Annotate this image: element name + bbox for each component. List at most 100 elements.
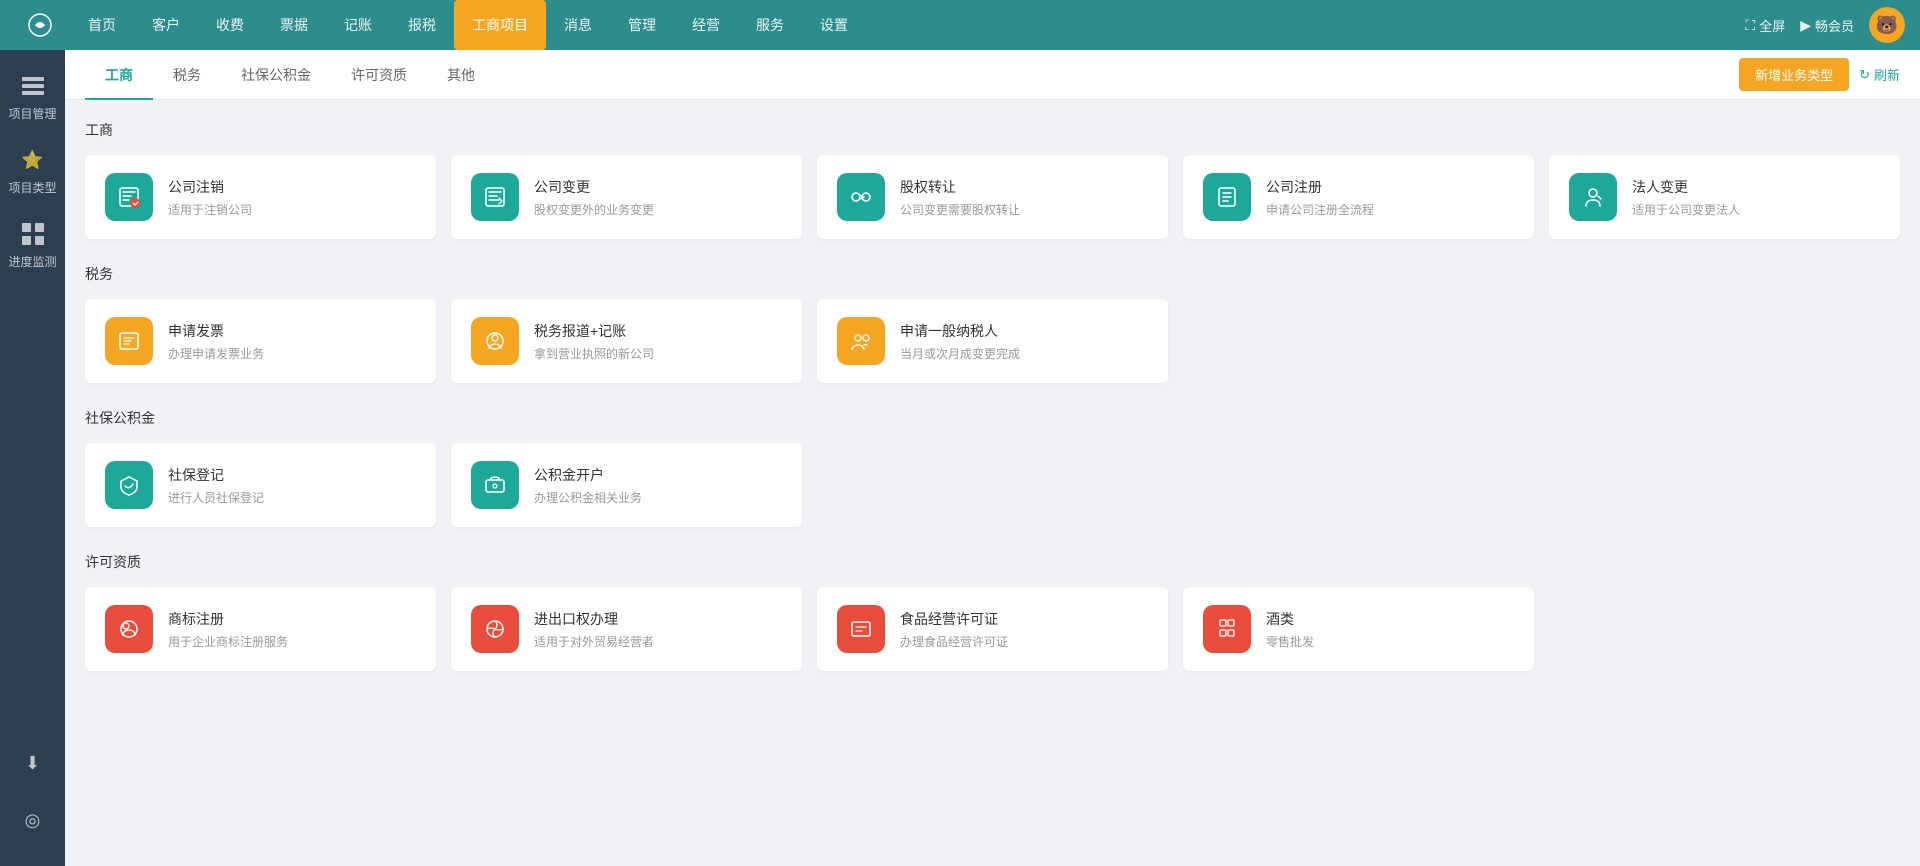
card-icon-alcohol <box>1203 605 1251 653</box>
nav-operation[interactable]: 经营 <box>674 0 738 50</box>
tab-license[interactable]: 许可资质 <box>331 50 427 100</box>
vip-btn[interactable]: ▶ 畅会员 <box>1800 16 1854 35</box>
card-icon-tax-report <box>471 317 519 365</box>
card-desc-legal-change: 适用于公司变更法人 <box>1632 201 1740 218</box>
card-icon-general-taxpayer <box>837 317 885 365</box>
sidebar-label-project-manage: 项目管理 <box>8 105 56 122</box>
sidebar-item-project-type[interactable]: ⭐ 项目类型 <box>0 134 65 208</box>
content-area: 工商 税务 社保公积金 许可资质 其他 新增业务类型 ↻ 刷新 工商 <box>65 50 1920 866</box>
tab-business[interactable]: 工商 <box>85 50 153 100</box>
cards-grid-tax: 申请发票 办理申请发票业务 税务 <box>85 299 1900 383</box>
left-sidebar: 项目管理 ⭐ 项目类型 进度监测 ⬇ ◎ <box>0 50 65 866</box>
fullscreen-btn[interactable]: ⛶ 全屏 <box>1745 16 1785 35</box>
cards-grid-social: 社保登记 进行人员社保登记 公积 <box>85 443 1900 527</box>
card-equity-transfer[interactable]: 股权转让 公司变更需要股权转让 <box>817 155 1168 239</box>
card-legal-change[interactable]: 法人变更 适用于公司变更法人 <box>1549 155 1900 239</box>
card-alcohol[interactable]: 酒类 零售批发 <box>1183 587 1534 671</box>
main-layout: 项目管理 ⭐ 项目类型 进度监测 ⬇ ◎ <box>0 50 1920 866</box>
card-desc-company-cancel: 适用于注销公司 <box>168 201 252 218</box>
tab-social-security[interactable]: 社保公积金 <box>221 50 331 100</box>
refresh-icon: ↻ <box>1859 67 1870 83</box>
tab-other[interactable]: 其他 <box>427 50 495 100</box>
card-desc-import-export: 适用于对外贸易经营者 <box>534 633 654 650</box>
nav-tax[interactable]: 报税 <box>390 0 454 50</box>
sidebar-bottom: ⬇ ◎ <box>0 737 65 866</box>
card-icon-social-insurance <box>105 461 153 509</box>
cards-grid-license: 商标注册 用于企业商标注册服务 <box>85 587 1900 671</box>
nav-business[interactable]: 工商项目 <box>454 0 546 50</box>
card-social-insurance[interactable]: 社保登记 进行人员社保登记 <box>85 443 436 527</box>
top-nav: 首页 客户 收费 票据 记账 报税 工商项目 消息 管理 经营 服务 设置 ⛶ … <box>0 0 1920 50</box>
avatar[interactable]: 🐻 <box>1869 7 1905 43</box>
section-social: 社保公积金 社保登记 进行人员社保登记 <box>85 408 1900 527</box>
sidebar-item-progress[interactable]: 进度监测 <box>0 208 65 282</box>
card-title-general-taxpayer: 申请一般纳税人 <box>900 321 1020 341</box>
card-title-company-change: 公司变更 <box>534 177 654 197</box>
nav-message[interactable]: 消息 <box>546 0 610 50</box>
card-icon-food-license <box>837 605 885 653</box>
card-company-register[interactable]: 公司注册 申请公司注册全流程 <box>1183 155 1534 239</box>
section-tax: 税务 申请发票 办理申请发票业务 <box>85 264 1900 383</box>
card-icon-provident-fund <box>471 461 519 509</box>
card-text-trademark: 商标注册 用于企业商标注册服务 <box>168 609 288 650</box>
card-text-general-taxpayer: 申请一般纳税人 当月或次月成变更完成 <box>900 321 1020 362</box>
nav-accounting[interactable]: 记账 <box>326 0 390 50</box>
card-food-license[interactable]: 食品经营许可证 办理食品经营许可证 <box>817 587 1168 671</box>
nav-billing[interactable]: 收费 <box>198 0 262 50</box>
card-desc-alcohol: 零售批发 <box>1266 633 1314 650</box>
card-icon-import-export <box>471 605 519 653</box>
card-company-change[interactable]: 公司变更 股权变更外的业务变更 <box>451 155 802 239</box>
card-desc-trademark: 用于企业商标注册服务 <box>168 633 288 650</box>
tab-tax[interactable]: 税务 <box>153 50 221 100</box>
section-business: 工商 公司注销 适用于注销公 <box>85 120 1900 239</box>
progress-icon <box>19 220 47 248</box>
sidebar-download[interactable]: ⬇ <box>0 737 65 789</box>
card-text-food-license: 食品经营许可证 办理食品经营许可证 <box>900 609 1008 650</box>
card-general-taxpayer[interactable]: 申请一般纳税人 当月或次月成变更完成 <box>817 299 1168 383</box>
section-title-business: 工商 <box>85 120 1900 140</box>
sidebar-item-project-manage[interactable]: 项目管理 <box>0 60 65 134</box>
nav-settings[interactable]: 设置 <box>802 0 866 50</box>
card-company-cancel[interactable]: 公司注销 适用于注销公司 <box>85 155 436 239</box>
card-trademark[interactable]: 商标注册 用于企业商标注册服务 <box>85 587 436 671</box>
nav-manage[interactable]: 管理 <box>610 0 674 50</box>
nav-items: 首页 客户 收费 票据 记账 报税 工商项目 消息 管理 经营 服务 设置 <box>70 0 1745 50</box>
nav-client[interactable]: 客户 <box>134 0 198 50</box>
nav-home[interactable]: 首页 <box>70 0 134 50</box>
fullscreen-icon: ⛶ <box>1745 17 1755 34</box>
card-text-import-export: 进出口权办理 适用于对外贸易经营者 <box>534 609 654 650</box>
card-icon-company-change <box>471 173 519 221</box>
card-icon-equity-transfer <box>837 173 885 221</box>
card-text-social-insurance: 社保登记 进行人员社保登记 <box>168 465 264 506</box>
card-text-tax-report: 税务报道+记账 拿到营业执照的新公司 <box>534 321 654 362</box>
card-desc-equity-transfer: 公司变更需要股权转让 <box>900 201 1020 218</box>
tab-bar: 工商 税务 社保公积金 许可资质 其他 新增业务类型 ↻ 刷新 <box>65 50 1920 100</box>
card-provident-fund[interactable]: 公积金开户 办理公积金相关业务 <box>451 443 802 527</box>
card-import-export[interactable]: 进出口权办理 适用于对外贸易经营者 <box>451 587 802 671</box>
card-title-trademark: 商标注册 <box>168 609 288 629</box>
sidebar-help[interactable]: ◎ <box>0 794 65 846</box>
nav-ticket[interactable]: 票据 <box>262 0 326 50</box>
card-text-equity-transfer: 股权转让 公司变更需要股权转让 <box>900 177 1020 218</box>
card-title-legal-change: 法人变更 <box>1632 177 1740 197</box>
card-icon-apply-invoice <box>105 317 153 365</box>
card-title-provident-fund: 公积金开户 <box>534 465 642 485</box>
scroll-content[interactable]: 工商 公司注销 适用于注销公 <box>65 100 1920 866</box>
card-desc-company-change: 股权变更外的业务变更 <box>534 201 654 218</box>
card-title-company-cancel: 公司注销 <box>168 177 252 197</box>
card-icon-trademark <box>105 605 153 653</box>
refresh-label: 刷新 <box>1874 65 1900 84</box>
card-tax-report[interactable]: 税务报道+记账 拿到营业执照的新公司 <box>451 299 802 383</box>
tab-right-actions: 新增业务类型 ↻ 刷新 <box>1739 58 1900 91</box>
new-type-button[interactable]: 新增业务类型 <box>1739 58 1849 91</box>
card-apply-invoice[interactable]: 申请发票 办理申请发票业务 <box>85 299 436 383</box>
section-title-tax: 税务 <box>85 264 1900 284</box>
project-manage-icon <box>19 72 47 100</box>
nav-service[interactable]: 服务 <box>738 0 802 50</box>
card-title-tax-report: 税务报道+记账 <box>534 321 654 341</box>
vip-label: 畅会员 <box>1815 16 1854 35</box>
card-icon-legal-change <box>1569 173 1617 221</box>
card-text-alcohol: 酒类 零售批发 <box>1266 609 1314 650</box>
project-type-icon: ⭐ <box>19 146 47 174</box>
refresh-button[interactable]: ↻ 刷新 <box>1859 65 1900 84</box>
